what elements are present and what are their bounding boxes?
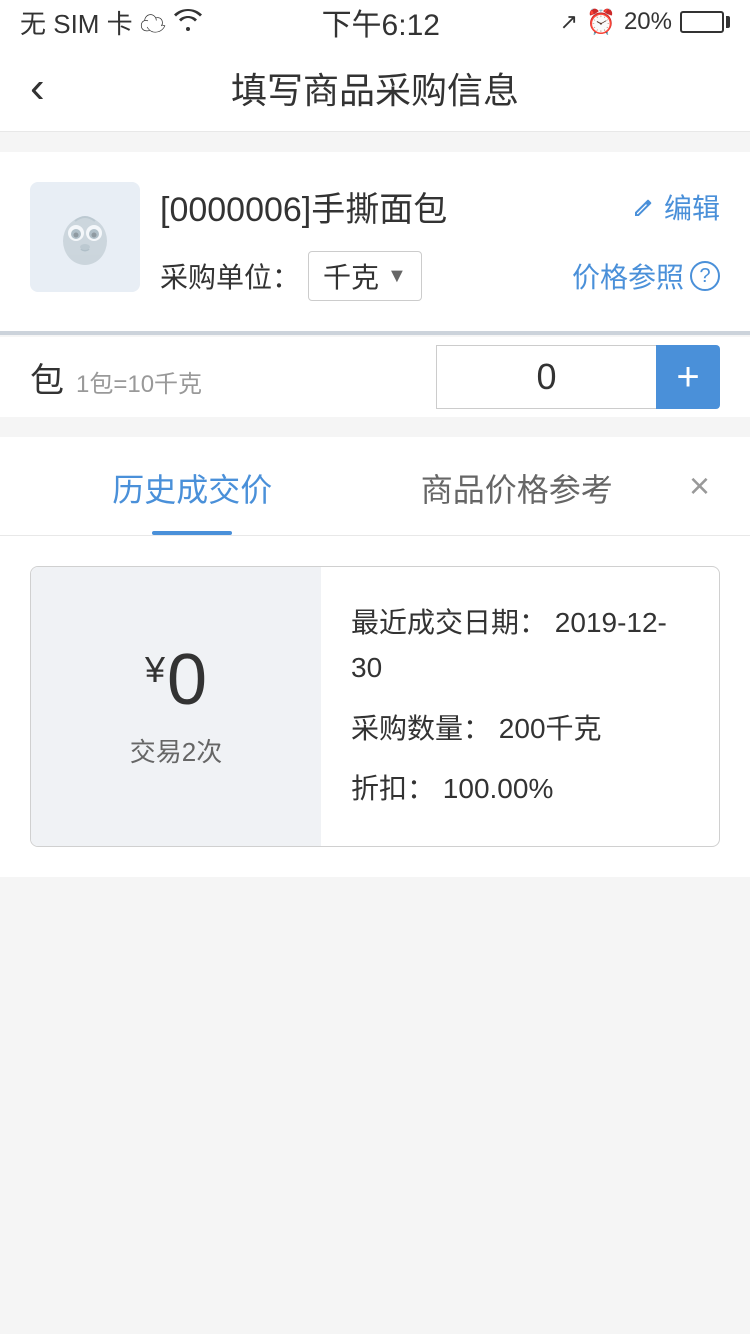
edit-button[interactable]: 编辑 [632, 187, 720, 227]
price-card-right: 最近成交日期： 2019-12-30 采购数量： 200千克 折扣： 100.0… [321, 567, 719, 846]
quantity-unit-small: 1包=10千克 [76, 364, 202, 399]
tab-product-price-ref[interactable]: 商品价格参考 [354, 437, 678, 535]
price-main: ¥ 0 [145, 644, 207, 716]
unit-value: 千克 [323, 256, 379, 296]
quantity-input[interactable] [436, 345, 656, 409]
purchase-qty-label: 采购数量： [351, 713, 491, 744]
price-card-container: ¥ 0 交易2次 最近成交日期： 2019-12-30 采购数量： 200千克 [0, 536, 750, 877]
battery-icon [680, 11, 730, 33]
product-name: [0000006]手撕面包 [160, 182, 447, 231]
divider [0, 331, 750, 335]
back-button[interactable]: ‹ [30, 66, 45, 110]
status-left: 无 SIM 卡 ☁ [20, 4, 202, 41]
alarm-icon: ⏰ [586, 8, 616, 37]
trade-count: 交易2次 [130, 732, 222, 769]
status-bar: 无 SIM 卡 ☁ 下午6:12 ↗ ⏰ 20% [0, 0, 750, 44]
purchase-qty-value: 200千克 [499, 713, 602, 744]
location-icon: ↗ [560, 9, 578, 35]
discount-row: 折扣： 100.00% [351, 767, 689, 812]
product-thumbnail [30, 182, 140, 292]
help-icon: ? [690, 261, 720, 291]
nav-bar: ‹ 填写商品采购信息 [0, 44, 750, 132]
sim-label: 无 SIM 卡 ☁ [20, 4, 166, 41]
quantity-input-group: + [436, 345, 720, 409]
price-card: ¥ 0 交易2次 最近成交日期： 2019-12-30 采购数量： 200千克 [30, 566, 720, 847]
discount-value: 100.00% [443, 773, 554, 804]
price-amount: 0 [167, 644, 207, 716]
price-reference-button[interactable]: 价格参照 ? [572, 256, 720, 296]
purchase-qty-row: 采购数量： 200千克 [351, 707, 689, 752]
main-content: [0000006]手撕面包 编辑 采购单位： 千克 ▼ [0, 152, 750, 877]
chevron-down-icon: ▼ [387, 265, 407, 288]
unit-label: 采购单位： [160, 256, 300, 296]
tabs-container: 历史成交价 商品价格参考 × ¥ 0 交易2次 最近成交日期： [0, 437, 750, 877]
recent-date-row: 最近成交日期： 2019-12-30 [351, 601, 689, 691]
price-currency: ¥ [145, 652, 165, 688]
tab-close-button[interactable]: × [679, 458, 720, 514]
status-right: ↗ ⏰ 20% [560, 8, 730, 37]
battery-percent: 20% [624, 8, 672, 36]
product-info: [0000006]手撕面包 编辑 采购单位： 千克 ▼ [160, 182, 720, 301]
tabs-header: 历史成交价 商品价格参考 × [0, 437, 750, 536]
wifi-icon [174, 7, 202, 38]
quantity-unit-big: 包 [30, 353, 64, 402]
page-title: 填写商品采购信息 [231, 62, 519, 114]
recent-date-label: 最近成交日期： [351, 607, 547, 638]
tab-history-price[interactable]: 历史成交价 [30, 437, 354, 535]
unit-select[interactable]: 千克 ▼ [308, 251, 422, 301]
quantity-plus-button[interactable]: + [656, 345, 720, 409]
quantity-section: 包 1包=10千克 + [0, 337, 750, 417]
price-card-left: ¥ 0 交易2次 [31, 567, 321, 846]
product-card: [0000006]手撕面包 编辑 采购单位： 千克 ▼ [0, 152, 750, 331]
status-time: 下午6:12 [322, 0, 440, 44]
price-ref-label: 价格参照 [572, 256, 684, 296]
discount-label: 折扣： [351, 773, 435, 804]
